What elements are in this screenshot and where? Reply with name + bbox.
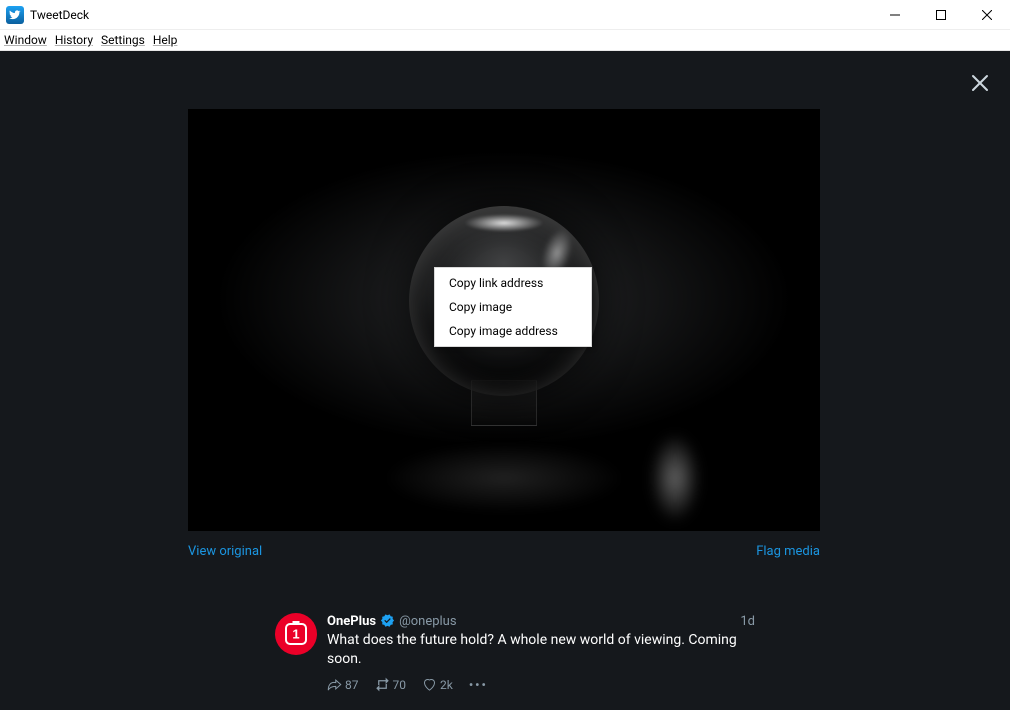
ctx-copy-link-address[interactable]: Copy link address — [435, 271, 591, 295]
close-button[interactable] — [968, 71, 992, 95]
minimize-button[interactable] — [872, 0, 918, 30]
tweet-actions: 87 70 2k ••• — [327, 677, 755, 692]
retweet-count: 70 — [393, 678, 407, 692]
media-container: Copy link address Copy image Copy image … — [188, 109, 820, 559]
menu-window[interactable]: Window — [4, 33, 47, 47]
maximize-button[interactable] — [918, 0, 964, 30]
media-links-row: View original Flag media — [188, 544, 820, 559]
tweet: OnePlus @oneplus 1d What does the future… — [275, 613, 755, 692]
media-image[interactable]: Copy link address Copy image Copy image … — [188, 109, 820, 531]
heart-icon — [422, 677, 437, 692]
like-count: 2k — [440, 678, 453, 692]
ctx-copy-image-address[interactable]: Copy image address — [435, 319, 591, 343]
menu-help[interactable]: Help — [153, 33, 178, 47]
user-name[interactable]: OnePlus — [327, 614, 376, 629]
menu-history[interactable]: History — [55, 33, 93, 47]
verified-badge-icon — [380, 613, 395, 629]
title-bar: TweetDeck — [0, 0, 1010, 30]
menu-settings[interactable]: Settings — [101, 33, 145, 47]
tweet-header-row: OnePlus @oneplus 1d — [327, 613, 755, 629]
reply-count: 87 — [345, 678, 359, 692]
content-area: Copy link address Copy image Copy image … — [0, 51, 1010, 710]
ctx-copy-image[interactable]: Copy image — [435, 295, 591, 319]
reply-button[interactable]: 87 — [327, 677, 359, 692]
window-controls — [872, 0, 1010, 30]
avatar[interactable] — [275, 613, 317, 655]
app-icon — [6, 6, 24, 24]
tweet-time[interactable]: 1d — [740, 614, 755, 629]
more-button[interactable]: ••• — [469, 678, 488, 692]
view-original-link[interactable]: View original — [188, 544, 262, 559]
retweet-icon — [375, 677, 390, 692]
window-close-button[interactable] — [964, 0, 1010, 30]
retweet-button[interactable]: 70 — [375, 677, 407, 692]
tweet-text: What does the future hold? A whole new w… — [327, 631, 755, 669]
menu-bar: Window History Settings Help — [0, 30, 1010, 51]
reply-icon — [327, 677, 342, 692]
image-decor — [384, 443, 624, 513]
like-button[interactable]: 2k — [422, 677, 453, 692]
window-title: TweetDeck — [30, 8, 89, 22]
user-handle[interactable]: @oneplus — [399, 614, 457, 629]
flag-media-link[interactable]: Flag media — [756, 544, 820, 559]
image-decor — [650, 433, 700, 523]
oneplus-logo-icon — [285, 623, 307, 645]
context-menu: Copy link address Copy image Copy image … — [434, 267, 592, 347]
